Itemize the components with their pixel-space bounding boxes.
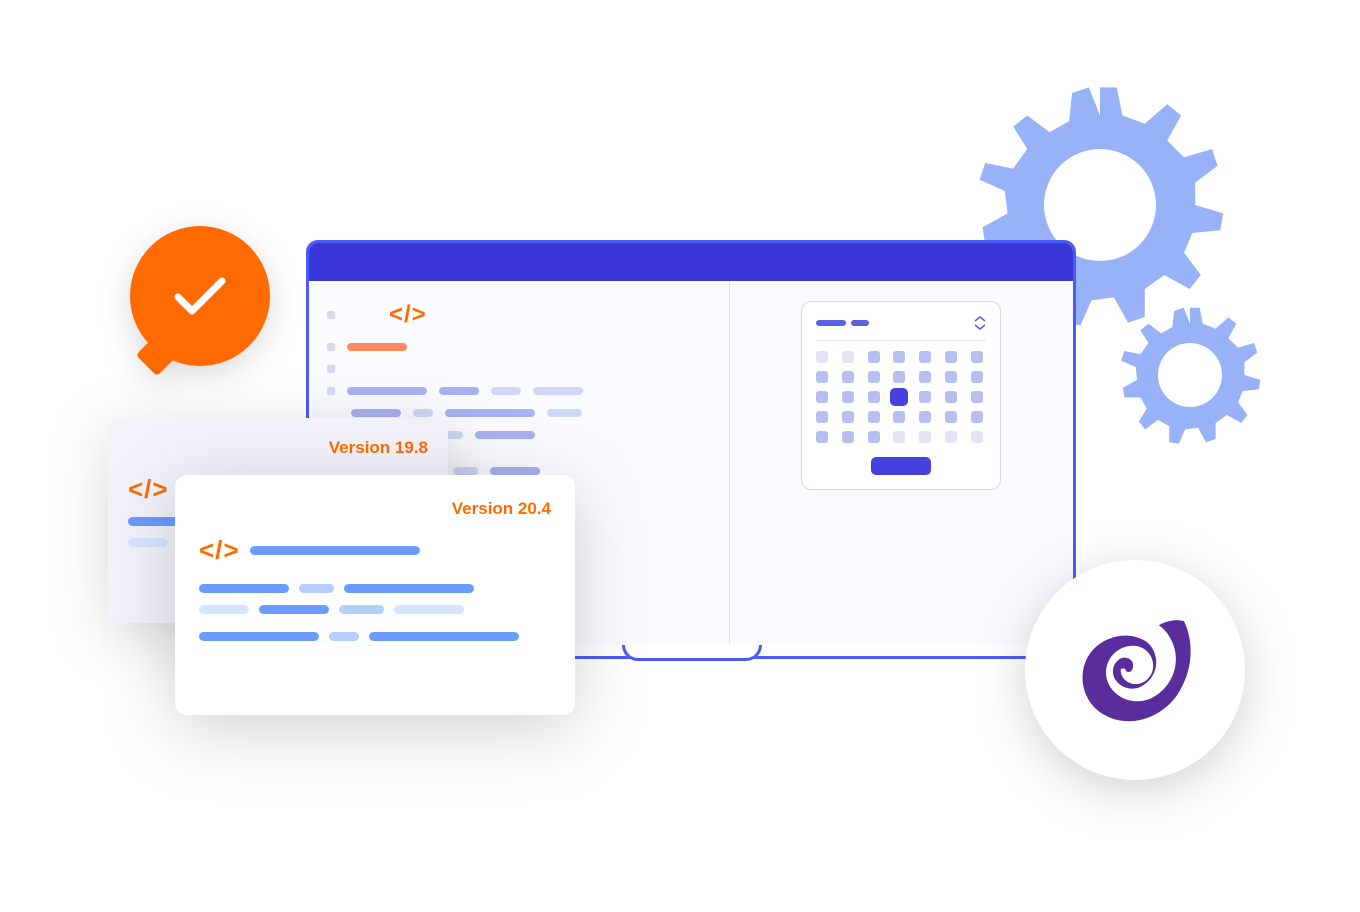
- version-label-old: Version 19.8: [128, 438, 428, 458]
- window-titlebar: [309, 243, 1073, 281]
- chevron-up-icon: [974, 316, 986, 322]
- success-badge: [130, 226, 270, 366]
- blazor-logo-icon: [1065, 600, 1205, 740]
- laptop-notch: [622, 645, 762, 661]
- calendar-action-button: [871, 457, 931, 475]
- version-label-new: Version 20.4: [199, 499, 551, 519]
- check-icon: [170, 271, 230, 321]
- chevron-down-icon: [974, 324, 986, 330]
- calendar-selected-day: [890, 388, 908, 406]
- calendar-grid: [816, 351, 986, 443]
- code-bracket-icon: </>: [199, 535, 240, 566]
- gear-icon: [1110, 295, 1270, 455]
- code-bracket-icon: </>: [389, 301, 427, 329]
- blazor-logo-badge: [1025, 560, 1245, 780]
- calendar-nav: [974, 316, 986, 330]
- version-card-new: Version 20.4 </>: [175, 475, 575, 715]
- calendar-widget: [801, 301, 1001, 490]
- code-bracket-icon: </>: [128, 474, 169, 505]
- preview-pane: [730, 281, 1073, 647]
